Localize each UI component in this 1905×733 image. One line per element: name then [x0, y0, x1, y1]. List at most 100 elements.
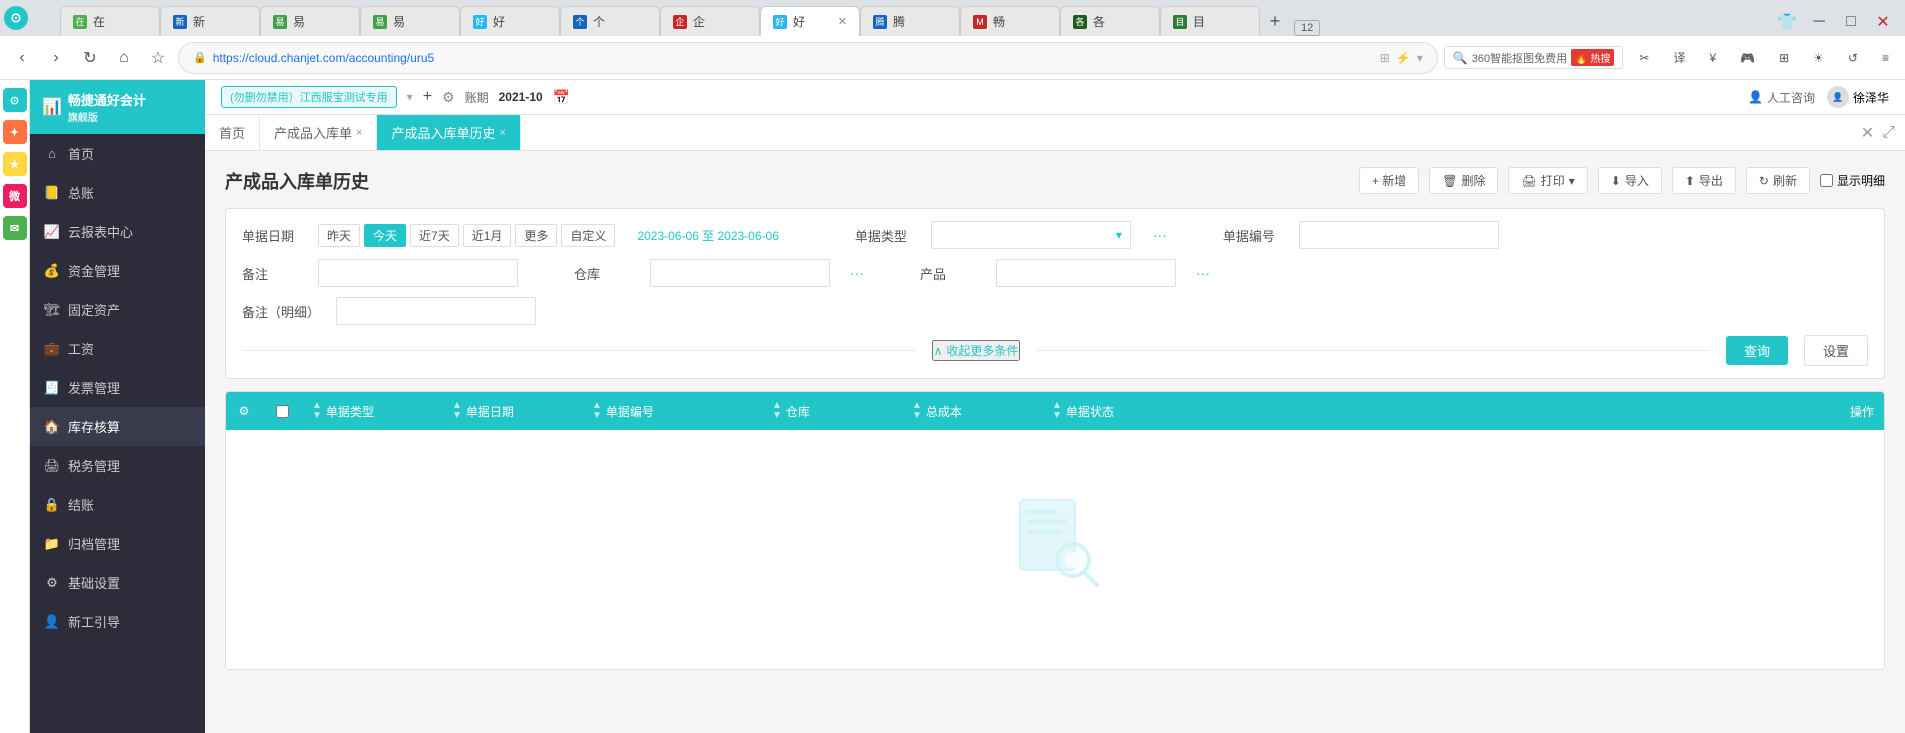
browser-logo[interactable]: ⊙	[4, 6, 28, 30]
voucher-no-input[interactable]	[1299, 221, 1499, 249]
nav-item-finance[interactable]: 💰 资金管理	[30, 251, 205, 290]
date-btn-7days[interactable]: 近7天	[410, 224, 459, 247]
new-btn[interactable]: + 新增	[1359, 167, 1419, 194]
note-detail-input[interactable]	[336, 297, 536, 325]
bookmark-button[interactable]: ☆	[144, 44, 172, 72]
menu-icon[interactable]: ⊞	[1380, 51, 1390, 65]
panel-close-btn[interactable]: ✕	[1861, 123, 1874, 143]
warehouse-ellipsis[interactable]: ···	[850, 265, 864, 281]
app-icon-orange[interactable]: ✦	[3, 120, 27, 144]
tab-11[interactable]: 各 各	[1060, 6, 1160, 36]
tab-12[interactable]: 目 目	[1160, 6, 1260, 36]
date-btn-yesterday[interactable]: 昨天	[318, 224, 360, 247]
search-btn[interactable]: 查询	[1726, 336, 1788, 365]
search-bar[interactable]: 🔍 360智能抠图免费用 🔥 热搜	[1444, 46, 1624, 69]
th-no[interactable]: ▲▼ 单据编号	[582, 401, 762, 421]
voucher-type-ellipsis[interactable]: ···	[1153, 227, 1167, 243]
th-checkbox[interactable]	[262, 405, 302, 418]
delete-btn[interactable]: 🗑 删除	[1429, 167, 1498, 194]
window-shirt-btn[interactable]: 👕	[1773, 8, 1801, 36]
breadcrumb-history-close[interactable]: ×	[499, 127, 505, 139]
refresh-button[interactable]: ↻	[76, 44, 104, 72]
more-btn[interactable]: ≡	[1874, 47, 1897, 69]
window-minimize-btn[interactable]: ─	[1805, 8, 1833, 36]
product-ellipsis[interactable]: ···	[1196, 265, 1210, 281]
tab-2[interactable]: 新 新	[160, 6, 260, 36]
select-all-checkbox[interactable]	[276, 405, 289, 418]
date-btn-more[interactable]: 更多	[515, 224, 557, 247]
nav-item-invoice[interactable]: 🧾 发票管理	[30, 368, 205, 407]
nav-item-inventory[interactable]: 🏠 库存核算	[30, 407, 205, 446]
account-badge[interactable]: (勿删勿禁用）江西服宝测试专用	[221, 86, 397, 108]
nav-item-ledger[interactable]: 📒 总账	[30, 173, 205, 212]
tab-8[interactable]: 好 好 ✕	[760, 6, 860, 36]
account-dropdown-icon[interactable]: ▾	[407, 90, 413, 104]
nav-item-salary[interactable]: 💼 工资	[30, 329, 205, 368]
th-gear[interactable]: ⚙	[226, 404, 262, 418]
export-btn[interactable]: ⬆ 导出	[1672, 167, 1736, 194]
back-button[interactable]: ‹	[8, 44, 36, 72]
tab-7[interactable]: 企 企	[660, 6, 760, 36]
tab-5[interactable]: 好 好	[460, 6, 560, 36]
tab-6[interactable]: 个 个	[560, 6, 660, 36]
show-detail-checkbox[interactable]	[1820, 174, 1833, 187]
forward-button[interactable]: ›	[42, 44, 70, 72]
nav-item-archive[interactable]: 📁 归档管理	[30, 524, 205, 563]
settings-btn-top[interactable]: ⚙	[442, 89, 455, 106]
tab-3[interactable]: 易 易	[260, 6, 360, 36]
lightning-icon[interactable]: ⚡	[1396, 51, 1411, 65]
note-input[interactable]	[318, 259, 518, 287]
date-btn-1month[interactable]: 近1月	[463, 224, 512, 247]
yen-btn[interactable]: ¥	[1701, 47, 1724, 69]
th-voucher-type[interactable]: ▲▼ 单据类型	[302, 401, 442, 421]
breadcrumb-history[interactable]: 产成品入库单历史 ×	[377, 115, 520, 150]
undo-btn[interactable]: ↺	[1840, 47, 1866, 69]
window-close-btn[interactable]: ✕	[1869, 8, 1897, 36]
grid-btn[interactable]: ⊞	[1771, 47, 1797, 69]
game-btn[interactable]: 🎮	[1732, 47, 1763, 69]
th-status[interactable]: ▲▼ 单据状态	[1042, 401, 1182, 421]
tab-1[interactable]: 在 在	[60, 6, 160, 36]
app-icon-email[interactable]: ✉	[3, 216, 27, 240]
app-icon-weibo[interactable]: 微	[3, 184, 27, 208]
import-btn[interactable]: ⬇ 导入	[1598, 167, 1662, 194]
print-btn[interactable]: 🖨 打印 ▾	[1508, 167, 1587, 194]
home-button[interactable]: ⌂	[110, 44, 138, 72]
new-tab-button[interactable]: +	[1260, 6, 1290, 36]
nav-item-close-account[interactable]: 🔒 结账	[30, 485, 205, 524]
voucher-type-select[interactable]: ▾	[931, 221, 1131, 249]
breadcrumb-list-close[interactable]: ×	[356, 127, 362, 139]
url-bar[interactable]: 🔒 https://cloud.chanjet.com/accounting/u…	[178, 42, 1438, 74]
panel-expand-btn[interactable]: ⤢	[1882, 124, 1895, 142]
filter-settings-btn[interactable]: 设置	[1804, 335, 1868, 366]
warehouse-select[interactable]	[650, 259, 830, 287]
app-icon-main[interactable]: ⊙	[3, 88, 27, 112]
date-btn-custom[interactable]: 自定义	[561, 224, 615, 247]
tab-8-close[interactable]: ✕	[838, 15, 847, 28]
user-service-btn[interactable]: 👤 人工咨询	[1748, 89, 1815, 106]
nav-item-home[interactable]: ⌂ 首页	[30, 134, 205, 173]
th-warehouse[interactable]: ▲▼ 仓库	[762, 401, 902, 421]
user-profile[interactable]: 👤 徐泽华	[1827, 86, 1889, 108]
tab-4[interactable]: 易 易	[360, 6, 460, 36]
theme-btn[interactable]: ☀	[1805, 47, 1832, 69]
tab-10[interactable]: M 畅	[960, 6, 1060, 36]
date-btn-today[interactable]: 今天	[364, 224, 406, 247]
scissors-btn[interactable]: ✂	[1631, 47, 1657, 69]
nav-item-settings[interactable]: ⚙ 基础设置	[30, 563, 205, 602]
translate-btn[interactable]: 译	[1665, 45, 1693, 70]
calendar-btn[interactable]: 📅	[553, 89, 570, 106]
th-date[interactable]: ▲▼ 单据日期	[442, 401, 582, 421]
breadcrumb-list[interactable]: 产成品入库单 ×	[260, 115, 377, 150]
nav-item-asset[interactable]: 🏗 固定资产	[30, 290, 205, 329]
breadcrumb-home[interactable]: 首页	[205, 115, 260, 150]
tab-9[interactable]: 腾 腾	[860, 6, 960, 36]
collapse-btn[interactable]: ∧ 收起更多条件	[932, 340, 1021, 361]
refresh-btn[interactable]: ↻ 刷新	[1746, 167, 1810, 194]
window-maximize-btn[interactable]: □	[1837, 8, 1865, 36]
add-account-btn[interactable]: +	[423, 88, 432, 106]
app-icon-star[interactable]: ★	[3, 152, 27, 176]
nav-item-report[interactable]: 📈 云报表中心	[30, 212, 205, 251]
nav-item-guide[interactable]: 👤 新工引导	[30, 602, 205, 641]
nav-item-tax[interactable]: 🖨 税务管理	[30, 446, 205, 485]
